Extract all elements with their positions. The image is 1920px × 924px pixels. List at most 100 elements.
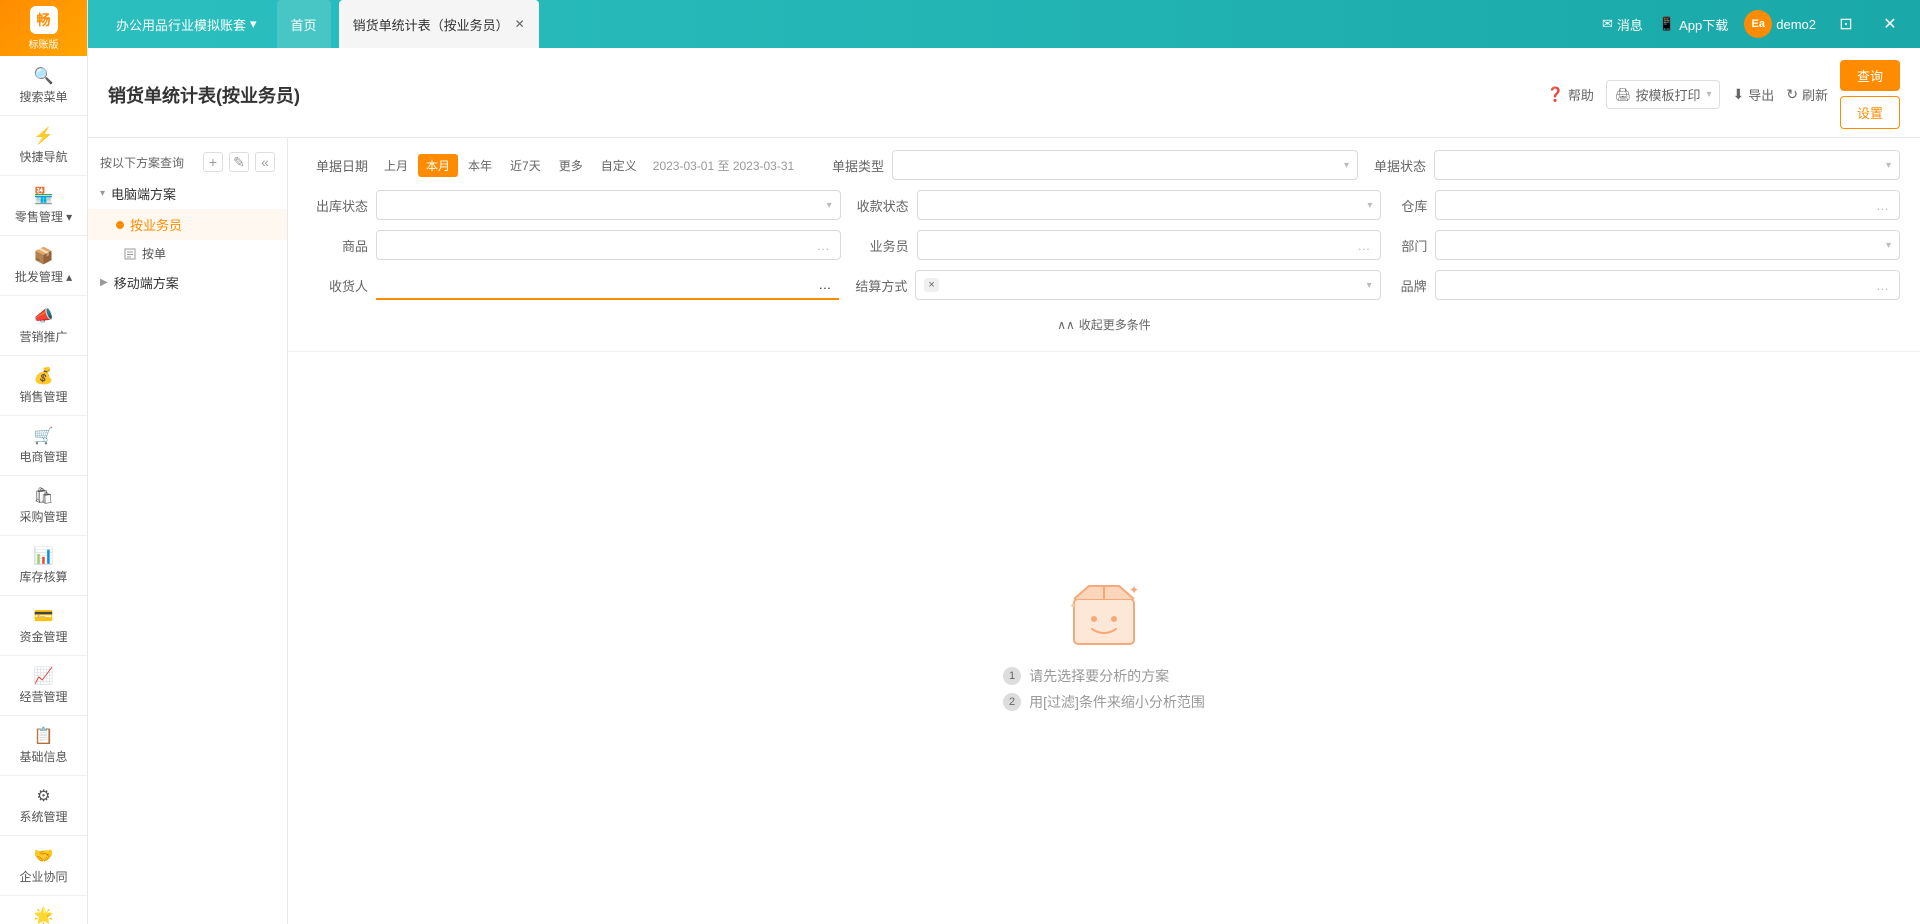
sidebar-item-ecommerce[interactable]: 🛒 电商管理 bbox=[0, 416, 87, 476]
right-panel: 单据日期 上月 本月 本年 近7天 更多 自定义 2023-03-01 至 20… bbox=[288, 138, 1920, 924]
left-panel: 按以下方案查询 + ✎ « ▾ 电脑端方案 按业务员 bbox=[88, 138, 288, 924]
recv-status-control[interactable]: ▾ bbox=[917, 190, 1382, 220]
sidebar-item-enterprise[interactable]: 🤝 企业协同 bbox=[0, 836, 87, 896]
topbar: 办公用品行业模拟账套 ▾ 首页 销货单统计表（按业务员） ✕ ✉ 消息 📱 Ap… bbox=[88, 0, 1920, 48]
hint-badge-2: 2 bbox=[1003, 693, 1021, 711]
collapse-bar[interactable]: ∧∧ 收起更多条件 bbox=[308, 310, 1900, 339]
refresh-btn[interactable]: ↻ 刷新 bbox=[1786, 85, 1828, 104]
hint-text-1: 请先选择要分析的方案 bbox=[1029, 666, 1169, 686]
sidebar-item-search[interactable]: 🔍 搜索菜单 bbox=[0, 56, 87, 116]
restore-window-btn[interactable]: ⊡ bbox=[1832, 10, 1860, 38]
tab-report-label: 销货单统计表（按业务员） bbox=[353, 15, 509, 34]
settlement-chevron: ▾ bbox=[1367, 280, 1372, 291]
date-tab-custom[interactable]: 自定义 bbox=[593, 154, 645, 177]
empty-hint-2: 2 用[过滤]条件来缩小分析范围 bbox=[1003, 692, 1205, 712]
sidebar-item-base[interactable]: 📋 基础信息 bbox=[0, 716, 87, 776]
tree-by-staff[interactable]: 按业务员 bbox=[88, 209, 287, 240]
sidebar-item-system[interactable]: ⚙ 系统管理 bbox=[0, 776, 87, 836]
system-icon: ⚙ bbox=[4, 786, 83, 806]
collapse-chevron: ∧∧ bbox=[1057, 318, 1075, 332]
help-btn[interactable]: ❓ 帮助 bbox=[1546, 85, 1593, 104]
doc-status-chevron: ▾ bbox=[1886, 160, 1891, 171]
filter-area: 单据日期 上月 本月 本年 近7天 更多 自定义 2023-03-01 至 20… bbox=[288, 138, 1920, 352]
export-btn[interactable]: ⬇ 导出 bbox=[1732, 85, 1774, 104]
page-header: 销货单统计表(按业务员) ❓ 帮助 🖨 按模板打印 ▾ ⬇ 导出 bbox=[88, 48, 1920, 138]
sidebar-item-ops[interactable]: 📈 经营管理 bbox=[0, 656, 87, 716]
refresh-icon: ↻ bbox=[1786, 86, 1798, 103]
base-icon: 📋 bbox=[4, 726, 83, 746]
date-tab-this-year[interactable]: 本年 bbox=[460, 154, 500, 177]
close-window-btn[interactable]: ✕ bbox=[1876, 10, 1904, 38]
add-scheme-btn[interactable]: + bbox=[203, 152, 223, 172]
app-download-icon: 📱 bbox=[1659, 16, 1675, 32]
date-tab-this-month[interactable]: 本月 bbox=[418, 154, 458, 177]
sales-icon: 💰 bbox=[4, 366, 83, 386]
username-label: demo2 bbox=[1776, 17, 1816, 32]
collapse-label: 收起更多条件 bbox=[1079, 316, 1151, 333]
sidebar-item-wholesale[interactable]: 📦 批发管理 ▴ bbox=[0, 236, 87, 296]
breadcrumb[interactable]: 办公用品行业模拟账套 ▾ bbox=[104, 0, 269, 48]
print-btn[interactable]: 🖨 按模板打印 ▾ bbox=[1606, 80, 1721, 109]
doc-status-label: 单据状态 bbox=[1374, 156, 1426, 175]
tree-pc-section[interactable]: ▾ 电脑端方案 bbox=[88, 178, 287, 209]
sidebar-item-inventory[interactable]: 📊 库存核算 bbox=[0, 536, 87, 596]
message-icon: ✉ bbox=[1602, 16, 1613, 32]
brand-control[interactable]: … bbox=[1435, 270, 1900, 300]
empty-hint-1: 1 请先选择要分析的方案 bbox=[1003, 666, 1205, 686]
sidebar-item-purchase[interactable]: 🛍 采购管理 bbox=[0, 476, 87, 536]
edit-scheme-btn[interactable]: ✎ bbox=[229, 152, 249, 172]
sidebar-item-quicknav-label: 快捷导航 bbox=[4, 148, 83, 165]
main-area: 办公用品行业模拟账套 ▾ 首页 销货单统计表（按业务员） ✕ ✉ 消息 📱 Ap… bbox=[88, 0, 1920, 924]
tab-report[interactable]: 销货单统计表（按业务员） ✕ bbox=[339, 0, 539, 48]
date-tab-more[interactable]: 更多 bbox=[551, 154, 591, 177]
settings-button[interactable]: 设置 bbox=[1840, 96, 1900, 129]
inventory-icon: 📊 bbox=[4, 546, 83, 566]
message-label: 消息 bbox=[1617, 15, 1643, 34]
date-tab-last-month[interactable]: 上月 bbox=[376, 154, 416, 177]
settlement-value-tag[interactable]: × bbox=[924, 278, 938, 292]
message-btn[interactable]: ✉ 消息 bbox=[1602, 15, 1643, 34]
mobile-section-label: 移动端方案 bbox=[114, 273, 179, 292]
dept-chevron: ▾ bbox=[1886, 240, 1891, 251]
help-icon: ❓ bbox=[1546, 86, 1563, 103]
app-download-label: App下载 bbox=[1679, 15, 1728, 34]
sidebar-item-retail-label: 零售管理 ▾ bbox=[4, 208, 83, 225]
doc-type-control[interactable]: ▾ bbox=[892, 150, 1358, 180]
staff-control[interactable]: … bbox=[917, 230, 1382, 260]
tab-close-icon[interactable]: ✕ bbox=[515, 17, 525, 31]
sidebar-item-quicknav[interactable]: ⚡ 快捷导航 bbox=[0, 116, 87, 176]
consignee-control[interactable]: … bbox=[376, 270, 839, 300]
date-tab-7days[interactable]: 近7天 bbox=[502, 154, 549, 177]
sidebar-item-newbie[interactable]: 🌟 新手引导 bbox=[0, 896, 87, 924]
dept-control[interactable]: ▾ bbox=[1435, 230, 1900, 260]
expand-icon: ▾ bbox=[100, 188, 105, 199]
sidebar-item-finance[interactable]: 💳 资金管理 bbox=[0, 596, 87, 656]
sidebar-item-ecommerce-label: 电商管理 bbox=[4, 448, 83, 465]
panel-header-icons: + ✎ « bbox=[203, 152, 275, 172]
header-actions: ❓ 帮助 🖨 按模板打印 ▾ ⬇ 导出 ↻ 刷新 bbox=[1546, 60, 1900, 129]
sidebar: 畅 标账版 🔍 搜索菜单 ⚡ 快捷导航 🏪 零售管理 ▾ 📦 批发管理 ▴ 📣 … bbox=[0, 0, 88, 924]
tree-mobile-section[interactable]: ▶ 移动端方案 bbox=[88, 267, 287, 298]
newbie-icon: 🌟 bbox=[4, 906, 83, 924]
doc-type-label: 单据类型 bbox=[832, 156, 884, 175]
doc-status-control[interactable]: ▾ bbox=[1434, 150, 1900, 180]
query-button[interactable]: 查询 bbox=[1840, 60, 1900, 91]
sidebar-item-purchase-label: 采购管理 bbox=[4, 508, 83, 525]
settlement-control[interactable]: × ▾ bbox=[915, 270, 1380, 300]
sub-item-by-order[interactable]: 按单 bbox=[88, 240, 287, 267]
export-label: 导出 bbox=[1748, 85, 1774, 104]
brand-dots: … bbox=[1876, 278, 1891, 293]
warehouse-control[interactable]: … bbox=[1435, 190, 1900, 220]
empty-illustration: ✦ ✦ bbox=[1054, 564, 1154, 654]
brand-label: 品牌 bbox=[1397, 276, 1427, 295]
product-control[interactable]: … bbox=[376, 230, 841, 260]
collapse-panel-btn[interactable]: « bbox=[255, 152, 275, 172]
out-status-control[interactable]: ▾ bbox=[376, 190, 841, 220]
sidebar-item-sales[interactable]: 💰 销售管理 bbox=[0, 356, 87, 416]
user-profile-btn[interactable]: Ea demo2 bbox=[1744, 10, 1816, 38]
tab-home[interactable]: 首页 bbox=[277, 0, 331, 48]
sidebar-item-retail[interactable]: 🏪 零售管理 ▾ bbox=[0, 176, 87, 236]
sidebar-item-marketing[interactable]: 📣 营销推广 bbox=[0, 296, 87, 356]
enterprise-icon: 🤝 bbox=[4, 846, 83, 866]
app-download-btn[interactable]: 📱 App下载 bbox=[1659, 15, 1728, 34]
